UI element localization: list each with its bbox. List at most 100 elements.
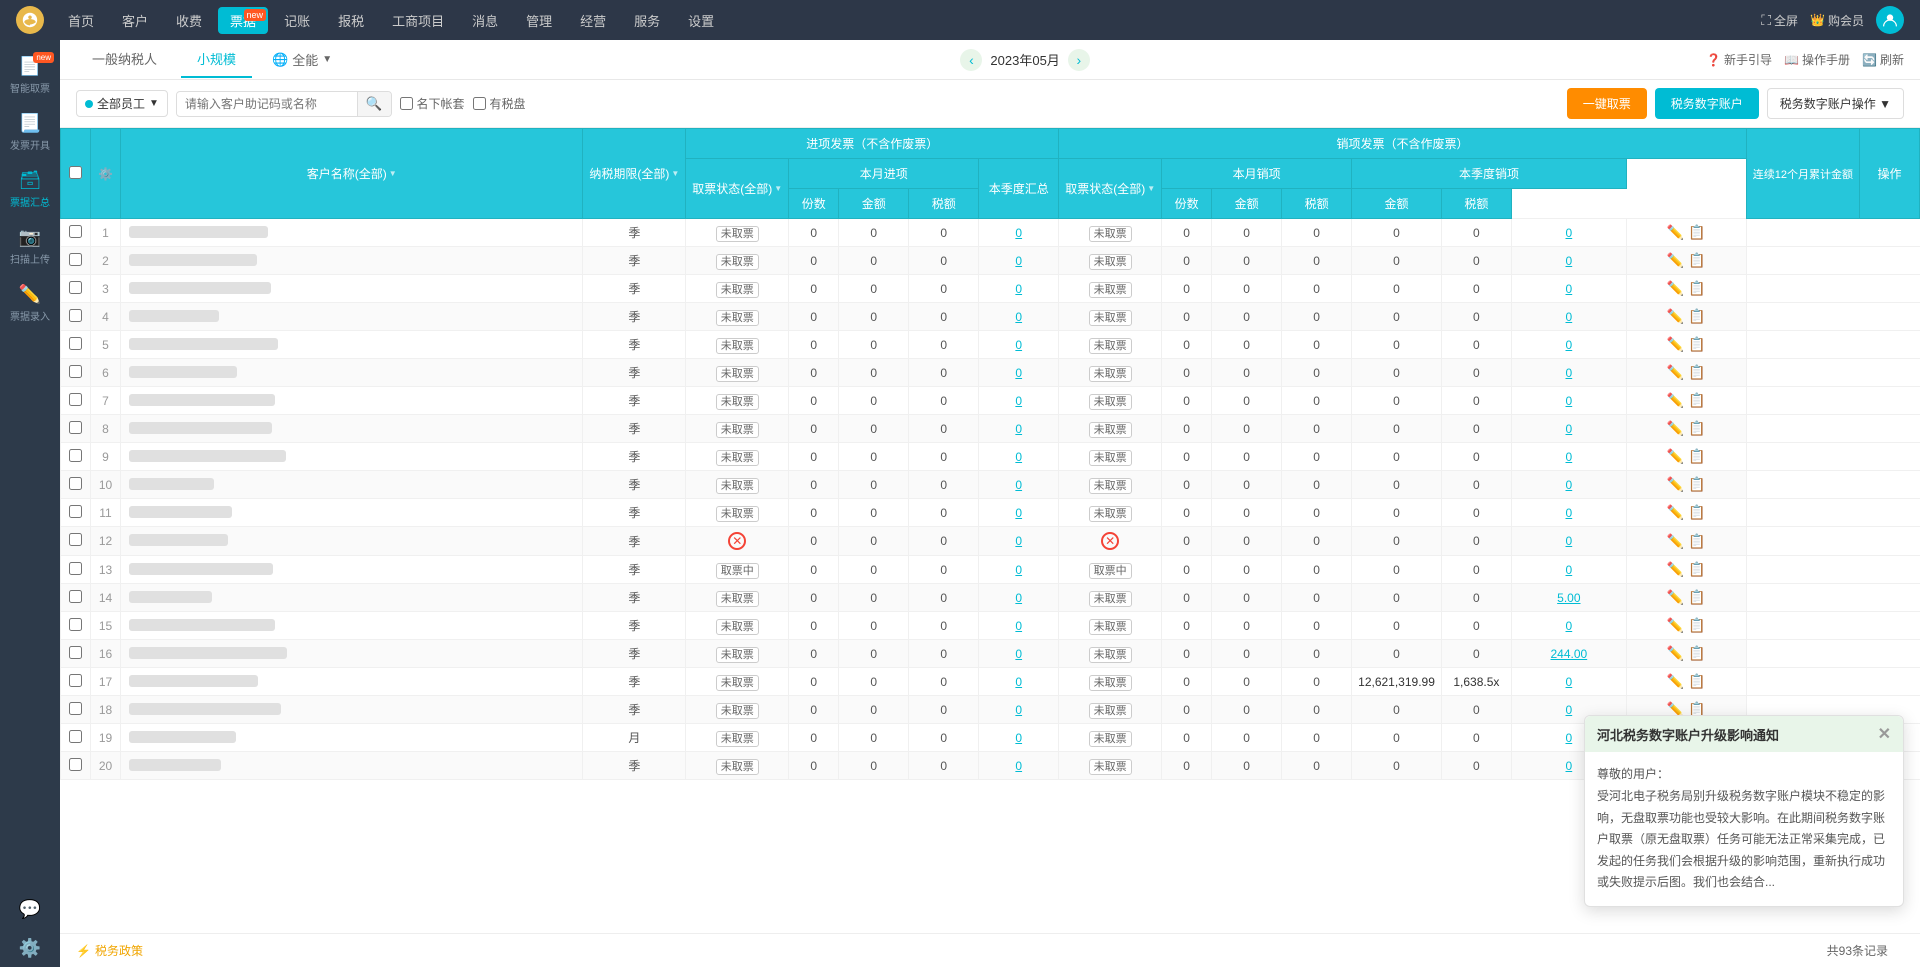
row-checkbox[interactable] [69,309,82,322]
nav-accounting[interactable]: 记账 [272,7,322,34]
refresh-btn[interactable]: 🔄 刷新 [1862,51,1904,68]
row-checkbox[interactable] [69,533,82,546]
in-quarter-link[interactable]: 0 [1015,534,1022,548]
copy-icon[interactable]: 📋 [1688,533,1705,550]
copy-icon[interactable]: 📋 [1688,617,1705,634]
continuous-zero[interactable]: 0 [1566,394,1573,408]
edit-icon[interactable]: ✏️ [1667,645,1684,662]
search-input[interactable] [177,93,357,115]
edit-icon[interactable]: ✏️ [1667,336,1684,353]
nav-business[interactable]: 工商项目 [380,7,456,34]
tab-general-taxpayer[interactable]: 一般纳税人 [76,41,173,78]
edit-icon[interactable]: ✏️ [1667,561,1684,578]
select-all-checkbox[interactable] [69,166,82,179]
in-quarter-link[interactable]: 0 [1015,675,1022,689]
edit-icon[interactable]: ✏️ [1667,448,1684,465]
row-checkbox[interactable] [69,618,82,631]
date-prev-btn[interactable]: ‹ [960,49,982,71]
row-checkbox[interactable] [69,225,82,238]
nav-fees[interactable]: 收费 [164,7,214,34]
copy-icon[interactable]: 📋 [1688,448,1705,465]
copy-icon[interactable]: 📋 [1688,673,1705,690]
in-quarter-link[interactable]: 0 [1015,703,1022,717]
in-quarter-link[interactable]: 0 [1015,450,1022,464]
tab-small-scale[interactable]: 小规模 [181,41,252,78]
continuous-zero[interactable]: 0 [1566,338,1573,352]
continuous-zero[interactable]: 0 [1566,282,1573,296]
continuous-zero[interactable]: 0 [1566,563,1573,577]
sidebar-item-smart-invoice[interactable]: 📄 new 智能取票 [0,48,60,103]
in-status-sort[interactable]: 取票状态(全部) [692,180,782,197]
edit-icon[interactable]: ✏️ [1667,617,1684,634]
nav-home[interactable]: 首页 [56,7,106,34]
guide-btn[interactable]: ❓ 新手引导 [1706,51,1772,68]
continuous-link[interactable]: 244.00 [1550,647,1587,661]
in-quarter-link[interactable]: 0 [1015,394,1022,408]
continuous-zero[interactable]: 0 [1566,534,1573,548]
edit-icon[interactable]: ✏️ [1667,673,1684,690]
edit-icon[interactable]: ✏️ [1667,224,1684,241]
account-checkbox[interactable] [400,97,413,110]
employee-filter[interactable]: 全部员工 ▼ [76,90,168,117]
edit-icon[interactable]: ✏️ [1667,589,1684,606]
in-quarter-link[interactable]: 0 [1015,338,1022,352]
continuous-zero[interactable]: 0 [1566,506,1573,520]
nav-customer[interactable]: 客户 [110,7,160,34]
continuous-zero[interactable]: 0 [1566,422,1573,436]
in-quarter-link[interactable]: 0 [1015,647,1022,661]
sidebar-item-entry[interactable]: ✏️ 票据录入 [0,276,60,331]
row-checkbox[interactable] [69,365,82,378]
in-quarter-link[interactable]: 0 [1015,759,1022,773]
copy-icon[interactable]: 📋 [1688,364,1705,381]
copy-icon[interactable]: 📋 [1688,645,1705,662]
in-quarter-link[interactable]: 0 [1015,619,1022,633]
row-checkbox[interactable] [69,421,82,434]
copy-icon[interactable]: 📋 [1688,420,1705,437]
date-next-btn[interactable]: › [1068,49,1090,71]
edit-icon[interactable]: ✏️ [1667,364,1684,381]
row-checkbox[interactable] [69,758,82,771]
continuous-zero[interactable]: 0 [1566,619,1573,633]
row-checkbox[interactable] [69,730,82,743]
copy-icon[interactable]: 📋 [1688,308,1705,325]
nav-manage[interactable]: 管理 [514,7,564,34]
in-quarter-link[interactable]: 0 [1015,731,1022,745]
row-checkbox[interactable] [69,646,82,659]
bottom-bar[interactable]: ⚡ 税务政策 [76,942,143,959]
nav-settings[interactable]: 设置 [676,7,726,34]
checkbox-tax-disk[interactable]: 有税盘 [473,95,526,112]
continuous-zero[interactable]: 0 [1566,759,1573,773]
row-checkbox[interactable] [69,337,82,350]
edit-icon[interactable]: ✏️ [1667,252,1684,269]
in-quarter-link[interactable]: 0 [1015,591,1022,605]
row-checkbox[interactable] [69,702,82,715]
nav-invoice[interactable]: 票据 new [218,7,268,34]
sidebar-item-chat[interactable]: 💬 [0,891,60,928]
continuous-zero[interactable]: 0 [1566,675,1573,689]
edit-icon[interactable]: ✏️ [1667,504,1684,521]
in-quarter-link[interactable]: 0 [1015,226,1022,240]
edit-icon[interactable]: ✏️ [1667,280,1684,297]
continuous-zero[interactable]: 0 [1566,254,1573,268]
sidebar-item-summary[interactable]: 🗃 票据汇总 [0,162,60,217]
edit-icon[interactable]: ✏️ [1667,392,1684,409]
nav-message[interactable]: 消息 [460,7,510,34]
period-sort[interactable]: 纳税期限(全部) [589,165,679,182]
in-quarter-link[interactable]: 0 [1015,366,1022,380]
row-checkbox[interactable] [69,505,82,518]
copy-icon[interactable]: 📋 [1688,589,1705,606]
row-checkbox[interactable] [69,393,82,406]
nav-tax[interactable]: 报税 [326,7,376,34]
continuous-zero[interactable]: 0 [1566,366,1573,380]
row-checkbox[interactable] [69,477,82,490]
in-quarter-link[interactable]: 0 [1015,282,1022,296]
sidebar-item-issue-invoice[interactable]: 📃 发票开具 [0,105,60,160]
tax-digital-btn[interactable]: 税务数字账户 [1655,88,1759,119]
in-quarter-link[interactable]: 0 [1015,506,1022,520]
in-quarter-link[interactable]: 0 [1015,478,1022,492]
continuous-zero[interactable]: 0 [1566,310,1573,324]
one-click-btn[interactable]: 一键取票 [1567,88,1647,119]
client-sort[interactable]: 客户名称(全部) [307,165,397,182]
continuous-zero[interactable]: 0 [1566,731,1573,745]
search-button[interactable]: 🔍 [357,92,391,116]
